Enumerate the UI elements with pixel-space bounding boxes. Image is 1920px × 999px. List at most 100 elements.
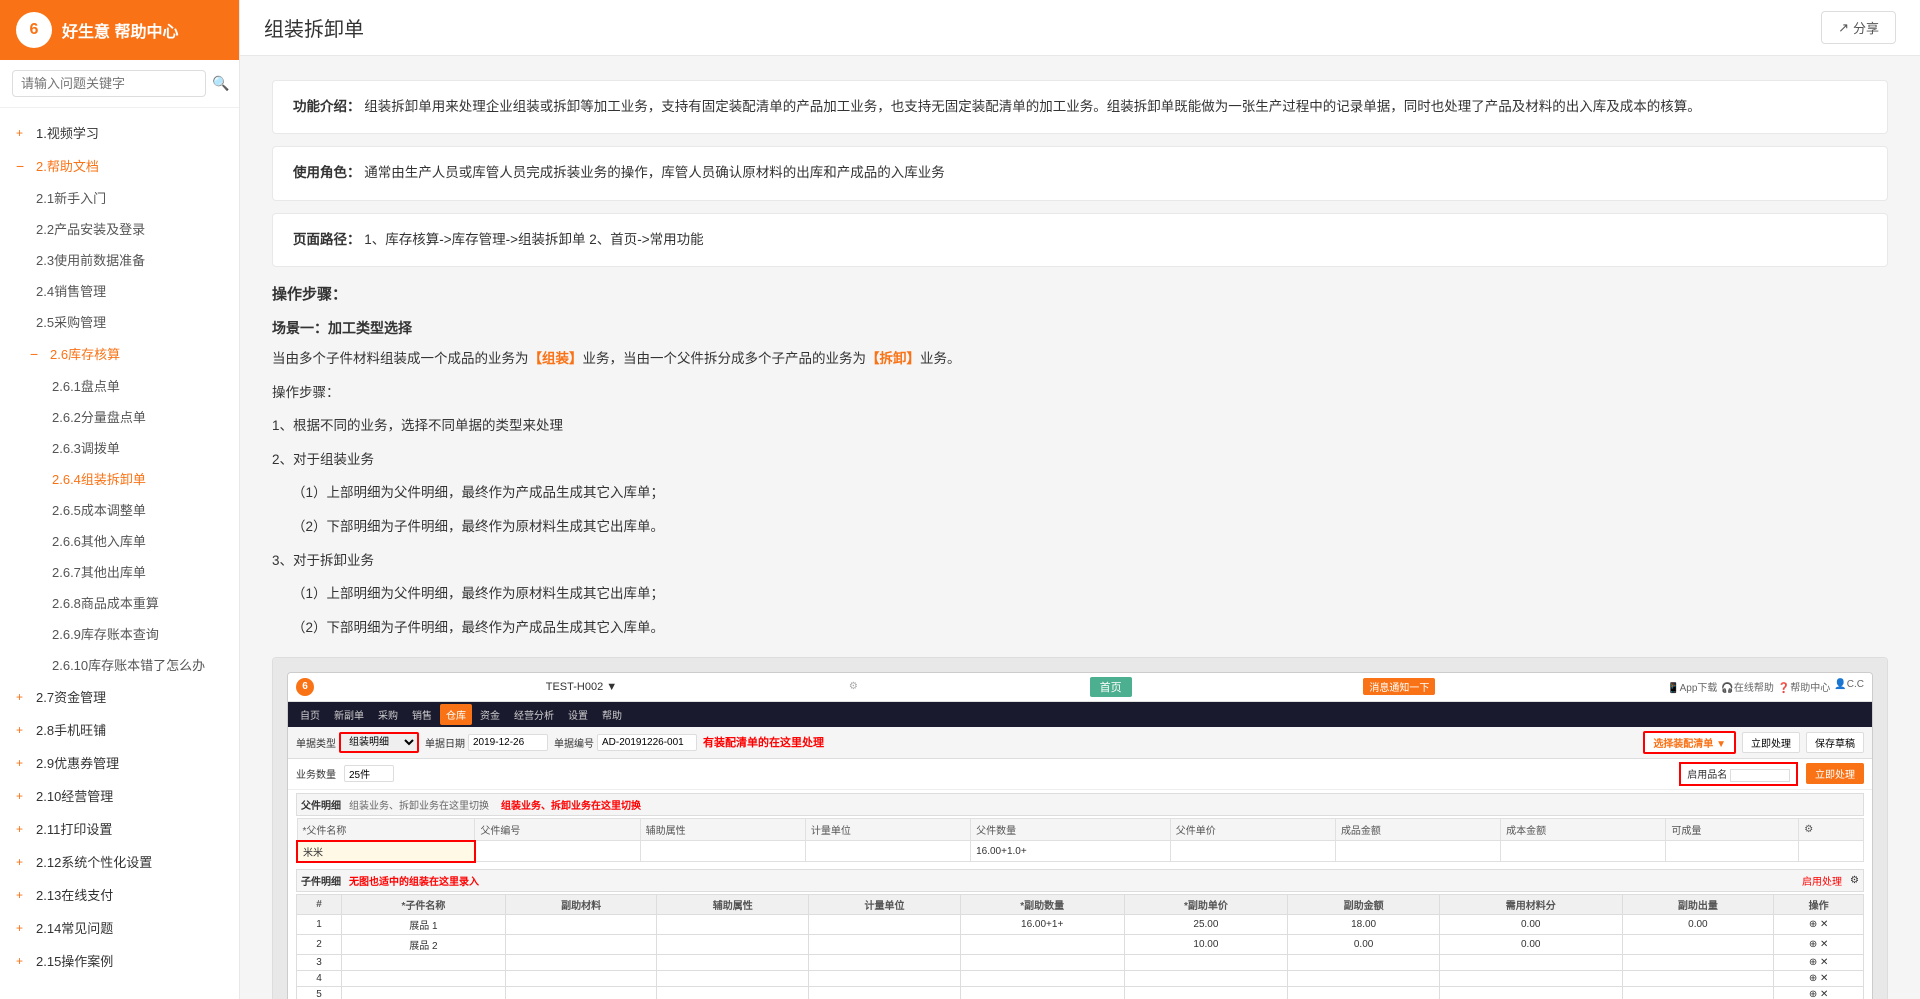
sim-save-btn[interactable]: 保存草稿 xyxy=(1806,732,1864,753)
nav-label-2-10: 2.10经营管理 xyxy=(36,786,113,805)
nav-item-2-4[interactable]: 2.4销售管理 xyxy=(0,275,239,306)
sim-icon-helpcenter: ❓帮助中心 xyxy=(1778,679,1830,694)
sim-nav-help: 帮助 xyxy=(596,704,628,725)
sim-lower-th-8: 需用材料分 xyxy=(1439,894,1622,914)
sim-lr1-9: 0.00 xyxy=(1622,914,1774,934)
nav-item-2-6-5[interactable]: 2.6.5成本调整单 xyxy=(0,494,239,525)
sim-nav-settings: 设置 xyxy=(562,704,594,725)
nav-item-2-6-4[interactable]: 2.6.4组装拆卸单 xyxy=(0,463,239,494)
sim-upper-th-1: *父件名称 xyxy=(297,818,475,841)
nav-item-2-8[interactable]: + 2.8手机旺铺 xyxy=(0,713,239,746)
sim-upper-th-4: 计量单位 xyxy=(805,818,970,841)
sim-lr1-3 xyxy=(657,914,809,934)
role-label: 使用角色： xyxy=(293,165,361,180)
nav-item-2-6-2[interactable]: 2.6.2分量盘点单 xyxy=(0,401,239,432)
nav-item-2-12[interactable]: + 2.12系统个性化设置 xyxy=(0,845,239,878)
nav-item-2-9[interactable]: + 2.9优惠券管理 xyxy=(0,746,239,779)
sim-lr1-8: 0.00 xyxy=(1439,914,1622,934)
share-label: 分享 xyxy=(1853,18,1879,37)
sim-order-input[interactable] xyxy=(597,734,697,751)
step2-2: （2）下部明细为子件明细，最终作为原材料生成其它出库单。 xyxy=(292,514,1888,540)
nav-item-2-13[interactable]: + 2.13在线支付 xyxy=(0,878,239,911)
sim-annotation2: 组装业务、拆卸业务在这里切换 xyxy=(501,797,641,812)
sim-upper-cell-6 xyxy=(1170,841,1335,862)
share-button[interactable]: ↗ 分享 xyxy=(1821,11,1896,44)
nav-item-2-7[interactable]: + 2.7资金管理 xyxy=(0,680,239,713)
sim-enable-input[interactable] xyxy=(1730,769,1790,782)
sim-upper-cell-7 xyxy=(1335,841,1500,862)
sim-lr1-10: ⊕ ✕ xyxy=(1774,914,1864,934)
sim-upper-cell-8 xyxy=(1501,841,1666,862)
sim-lower-th-10: 操作 xyxy=(1774,894,1864,914)
screenshot-wrapper: 6 TEST-H002 ▼ ⚙ 首页 消息通知一下 📱App下载 🎧在线帮助 ❓… xyxy=(272,657,1888,999)
sim-nav-warehouse: 仓库 xyxy=(440,704,472,725)
sim-upper-th-2: 父件编号 xyxy=(475,818,640,841)
step2-1: （1）上部明细为父件明细，最终作为产成品生成其它入库单； xyxy=(292,480,1888,506)
screenshot-inner: 6 TEST-H002 ▼ ⚙ 首页 消息通知一下 📱App下载 🎧在线帮助 ❓… xyxy=(273,658,1887,999)
logo-icon: 6 xyxy=(16,12,52,48)
sim-upper-cell-3 xyxy=(640,841,805,862)
sim-toolbar: 单据类型 组装明细 拆卸明细 单据日期 单 xyxy=(288,727,1872,759)
sim-lower-th-9: 副助出量 xyxy=(1622,894,1774,914)
sim-lower-table: # *子件名称 副助材料 辅助属性 计量单位 *副助数量 *副助单价 副助金额 … xyxy=(296,894,1864,999)
nav-item-2-6-6[interactable]: 2.6.6其他入库单 xyxy=(0,525,239,556)
sim-lower-section: 子件明细 无图也适中的组装在这里录入 启用处理 ⚙ # *子件名称 xyxy=(288,866,1872,999)
search-input[interactable] xyxy=(12,70,206,97)
plus-icon-2-8: + xyxy=(16,723,30,737)
nav-label-2-13: 2.13在线支付 xyxy=(36,885,113,904)
nav-item-2-6-1[interactable]: 2.6.1盘点单 xyxy=(0,370,239,401)
sim-upper-cell-5: 16.00+1.0+ xyxy=(971,841,1171,862)
nav-item-2[interactable]: − 2.帮助文档 xyxy=(0,149,239,182)
step3: 3、对于拆卸业务 xyxy=(272,548,1888,574)
nav-item-2-5[interactable]: 2.5采购管理 xyxy=(0,306,239,337)
sim-upper-cell-name: 米米 xyxy=(297,841,475,862)
search-button[interactable]: 🔍 xyxy=(212,75,229,92)
sim-nav-finance: 资金 xyxy=(474,704,506,725)
sim-assemble-btn[interactable]: 选择装配清单 ▼ xyxy=(1643,731,1736,754)
sim-upper-th-8: 成本金额 xyxy=(1501,818,1666,841)
nav-item-2-6[interactable]: − 2.6库存核算 xyxy=(0,337,239,370)
plus-icon-2-13: + xyxy=(16,888,30,902)
plus-icon-2-10: + xyxy=(16,789,30,803)
sim-lower-th-4: 计量单位 xyxy=(809,894,961,914)
plus-icon-2-15: + xyxy=(16,954,30,968)
path-block: 页面路径： 1、库存核算->库存管理->组装拆卸单 2、首页->常用功能 xyxy=(272,213,1888,267)
sim-lower-th-6: *副助单价 xyxy=(1124,894,1288,914)
plus-icon: + xyxy=(16,126,30,140)
sim-type-select[interactable]: 组装明细 拆卸明细 xyxy=(339,732,419,753)
nav-item-2-10[interactable]: + 2.10经营管理 xyxy=(0,779,239,812)
role-text: 通常由生产人员或库管人员完成拆装业务的操作，库管人员确认原材料的出库和产成品的入… xyxy=(364,165,945,180)
sim-enable-label: 启用品名 xyxy=(1687,770,1727,781)
nav-item-2-14[interactable]: + 2.14常见问题 xyxy=(0,911,239,944)
nav-label-2-8: 2.8手机旺铺 xyxy=(36,720,106,739)
steps-sub-title: 操作步骤： xyxy=(272,380,1888,406)
nav-item-2-6-7[interactable]: 2.6.7其他出库单 xyxy=(0,556,239,587)
nav-item-2-2[interactable]: 2.2产品安装及登录 xyxy=(0,213,239,244)
sim-upper-th-9: 可成量 xyxy=(1666,818,1799,841)
nav-label-2-14: 2.14常见问题 xyxy=(36,918,113,937)
sim-execute-btn[interactable]: 立即处理 xyxy=(1806,763,1864,784)
nav-item-2-1[interactable]: 2.1新手入门 xyxy=(0,182,239,213)
sim-upper-cell-2 xyxy=(475,841,640,862)
nav-item-2-3[interactable]: 2.3使用前数据准备 xyxy=(0,244,239,275)
nav-item-2-11[interactable]: + 2.11打印设置 xyxy=(0,812,239,845)
nav-item-2-6-8[interactable]: 2.6.8商品成本重算 xyxy=(0,587,239,618)
nav-item-2-6-3[interactable]: 2.6.3调拨单 xyxy=(0,432,239,463)
app-title: 好生意 帮助中心 xyxy=(62,18,178,42)
sim-submit-btn[interactable]: 立即处理 xyxy=(1742,732,1800,753)
sim-lr2-1: 展品 2 xyxy=(342,934,506,954)
scenario1-desc: 当由多个子件材料组装成一个成品的业务为【组装】业务，当由一个父件拆分成多个子产品… xyxy=(272,346,1888,372)
sim-lower-th-3: 辅助属性 xyxy=(657,894,809,914)
nav-item-2-6-9[interactable]: 2.6.9库存账本查询 xyxy=(0,618,239,649)
sim-topbar: 6 TEST-H002 ▼ ⚙ 首页 消息通知一下 📱App下载 🎧在线帮助 ❓… xyxy=(288,673,1872,702)
sidebar-header: 6 好生意 帮助中心 xyxy=(0,0,239,60)
sim-date-input[interactable] xyxy=(468,734,548,751)
sim-upper-row-1: 米米 16.00+1.0+ xyxy=(297,841,1864,862)
nav-item-2-15[interactable]: + 2.15操作案例 xyxy=(0,944,239,977)
step3-2: （2）下部明细为子件明细，最终作为产成品生成其它入库单。 xyxy=(292,615,1888,641)
sim-icon-user: 👤C.C xyxy=(1834,679,1864,694)
nav-item-2-6-10[interactable]: 2.6.10库存账本错了怎么办 xyxy=(0,649,239,680)
nav-item-1[interactable]: + 1.视频学习 xyxy=(0,116,239,149)
sim-num-input[interactable] xyxy=(344,765,394,782)
nav-label-2-12: 2.12系统个性化设置 xyxy=(36,852,152,871)
